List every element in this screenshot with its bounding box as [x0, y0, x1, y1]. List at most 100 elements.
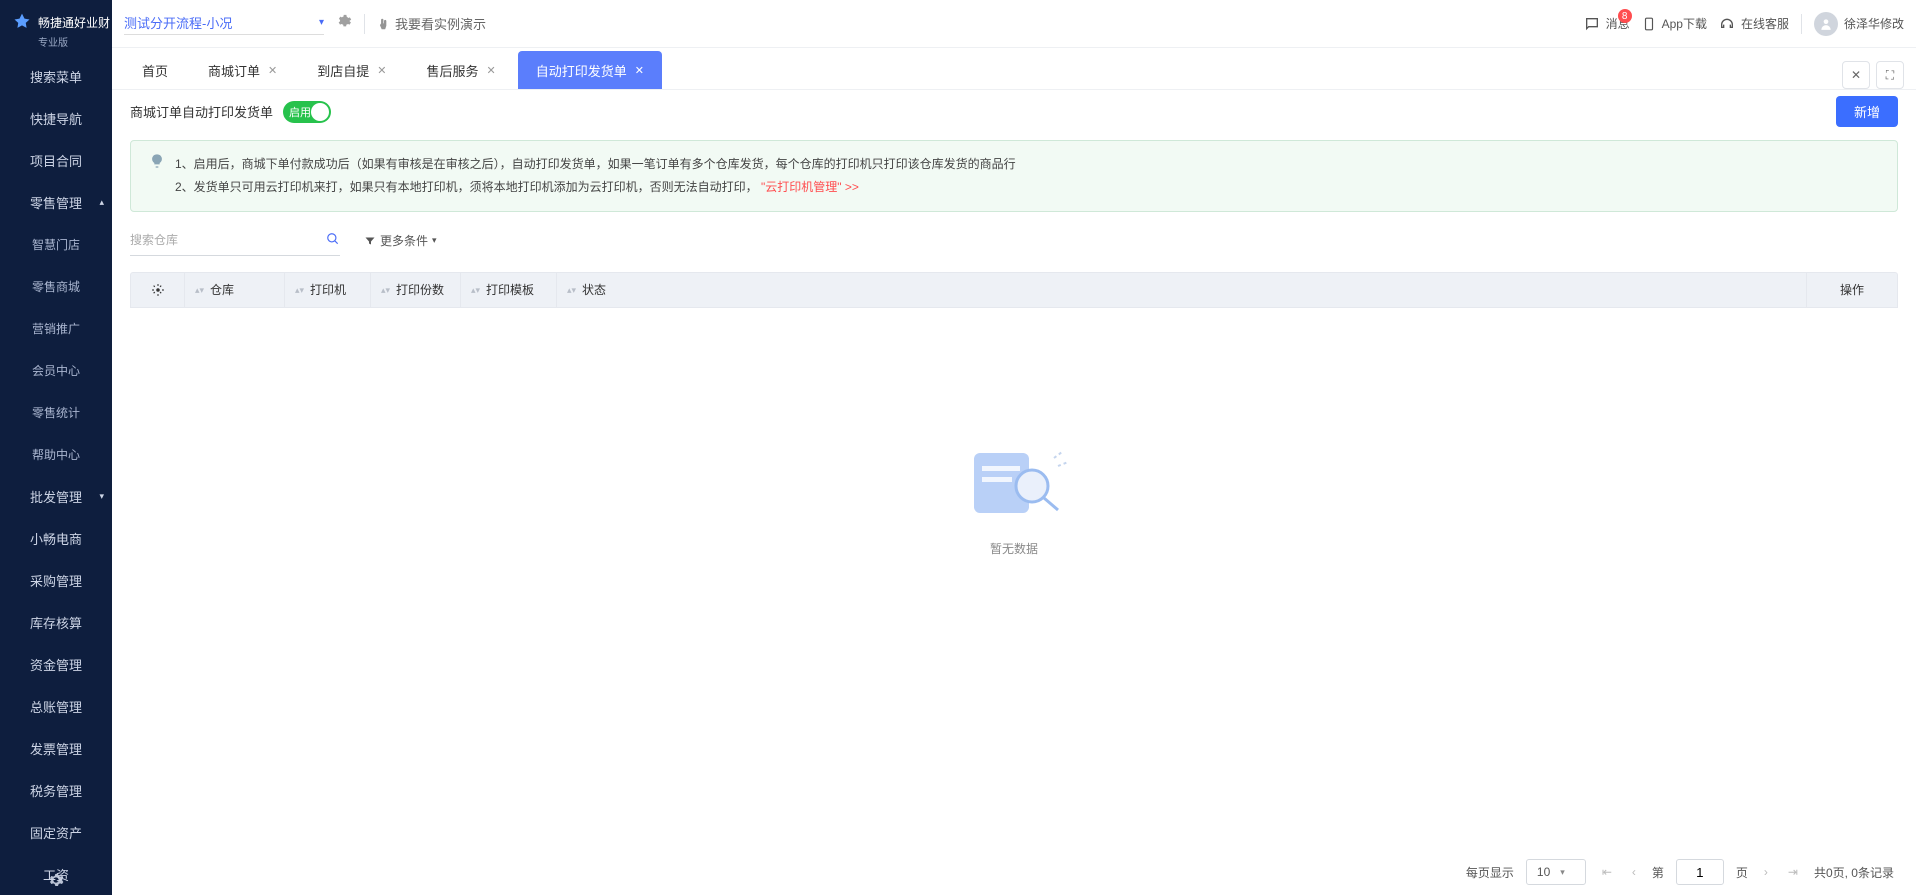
column-printer[interactable]: ▴▾打印机 — [285, 273, 371, 307]
demo-link[interactable]: 我要看实例演示 — [377, 14, 486, 33]
sidebar-item-4[interactable]: 智慧门店 — [0, 223, 112, 265]
chevron-down-icon: ▾ — [432, 235, 437, 246]
sidebar-item-13[interactable]: 库存核算 — [0, 601, 112, 643]
tab-4[interactable]: 自动打印发货单✕ — [518, 51, 662, 89]
sidebar-item-5[interactable]: 零售商城 — [0, 265, 112, 307]
sidebar-item-17[interactable]: 税务管理 — [0, 769, 112, 811]
close-icon[interactable]: ✕ — [635, 64, 644, 77]
tab-2[interactable]: 到店自提✕ — [299, 51, 404, 89]
banner-line-2: 2、发货单只可用云打印机来打，如果只有本地打印机，须将本地打印机添加为云打印机，… — [175, 180, 758, 194]
sidebar-item-1[interactable]: 快捷导航 — [0, 97, 112, 139]
mobile-icon — [1642, 16, 1656, 32]
headset-icon — [1719, 16, 1735, 32]
expand-button[interactable]: ⛶ — [1876, 61, 1904, 89]
app-download-button[interactable]: App下载 — [1642, 15, 1707, 32]
page-title: 商城订单自动打印发货单 — [130, 102, 273, 121]
user-menu[interactable]: 徐泽华修改 — [1814, 12, 1904, 36]
chevron-down-icon: ▾ — [99, 491, 104, 502]
column-warehouse[interactable]: ▴▾仓库 — [185, 273, 285, 307]
warehouse-search[interactable] — [130, 226, 340, 256]
first-page-button[interactable]: ⇤ — [1598, 865, 1616, 879]
brand-icon — [12, 12, 32, 32]
context-selector[interactable]: 测试分开流程-小况 ▾ — [124, 13, 324, 35]
hand-icon — [377, 17, 391, 31]
prev-page-button[interactable]: ‹ — [1628, 865, 1640, 879]
sidebar-item-16[interactable]: 发票管理 — [0, 727, 112, 769]
lightbulb-icon — [149, 153, 165, 199]
sort-icon: ▴▾ — [195, 287, 204, 293]
messages-button[interactable]: 消息 8 — [1584, 15, 1630, 32]
topbar: 测试分开流程-小况 ▾ 我要看实例演示 消息 8 App下载 — [112, 0, 1916, 48]
last-page-button[interactable]: ⇥ — [1784, 865, 1802, 879]
next-page-button[interactable]: › — [1760, 865, 1772, 879]
cloud-printer-link[interactable]: "云打印机管理" >> — [761, 180, 859, 194]
column-status[interactable]: ▴▾状态 — [557, 273, 1807, 307]
per-page-label: 每页显示 — [1466, 864, 1514, 881]
sidebar-item-3[interactable]: 零售管理▴ — [0, 181, 112, 223]
empty-icon — [954, 438, 1074, 528]
per-page-select[interactable]: 10 ▾ — [1526, 859, 1586, 885]
sort-icon: ▴▾ — [471, 287, 480, 293]
sidebar-item-14[interactable]: 资金管理 — [0, 643, 112, 685]
column-template[interactable]: ▴▾打印模板 — [461, 273, 557, 307]
message-badge: 8 — [1618, 9, 1632, 23]
data-table: ▴▾仓库 ▴▾打印机 ▴▾打印份数 ▴▾打印模板 ▴▾状态 操作 — [130, 272, 1898, 688]
sidebar-item-8[interactable]: 零售统计 — [0, 391, 112, 433]
column-settings-button[interactable] — [131, 273, 185, 307]
close-icon[interactable]: ✕ — [268, 64, 277, 77]
avatar-icon — [1814, 12, 1838, 36]
add-button[interactable]: 新增 — [1836, 96, 1898, 127]
empty-state: 暂无数据 — [130, 308, 1898, 688]
sort-icon: ▴▾ — [381, 287, 390, 293]
gear-icon[interactable] — [336, 14, 352, 33]
close-icon[interactable]: ✕ — [377, 64, 386, 77]
sidebar-item-18[interactable]: 固定资产 — [0, 811, 112, 853]
sidebar-item-6[interactable]: 营销推广 — [0, 307, 112, 349]
pagination: 每页显示 10 ▾ ⇤ ‹ 第 页 › ⇥ 共0页, 0条记录 — [1466, 859, 1894, 885]
column-copies[interactable]: ▴▾打印份数 — [371, 273, 461, 307]
context-label: 测试分开流程-小况 — [124, 13, 232, 32]
sidebar-item-11[interactable]: 小畅电商 — [0, 517, 112, 559]
support-button[interactable]: 在线客服 — [1719, 15, 1789, 32]
chevron-down-icon: ▾ — [1560, 867, 1565, 878]
content-header: 商城订单自动打印发货单 启用 新增 — [112, 90, 1916, 134]
message-icon — [1584, 16, 1600, 32]
search-input[interactable] — [130, 233, 326, 247]
page-tabs: 首页商城订单✕到店自提✕售后服务✕自动打印发货单✕ ✕ ⛶ — [112, 48, 1916, 90]
sidebar-item-7[interactable]: 会员中心 — [0, 349, 112, 391]
more-filters-button[interactable]: 更多条件 ▾ — [364, 232, 437, 249]
tab-0[interactable]: 首页 — [124, 51, 186, 89]
gear-icon — [48, 872, 64, 888]
tab-3[interactable]: 售后服务✕ — [408, 51, 513, 89]
divider — [1801, 14, 1802, 34]
close-icon[interactable]: ✕ — [487, 64, 496, 77]
filter-row: 更多条件 ▾ — [112, 226, 1916, 272]
column-operate: 操作 — [1807, 273, 1897, 307]
search-icon[interactable] — [326, 232, 340, 249]
chevron-up-icon: ▴ — [99, 197, 104, 208]
brand-name: 畅捷通好业财 — [38, 14, 110, 31]
sidebar-item-12[interactable]: 采购管理 — [0, 559, 112, 601]
sidebar: 畅捷通好业财 专业版 搜索菜单快捷导航项目合同零售管理▴智慧门店零售商城营销推广… — [0, 0, 112, 895]
page-input[interactable] — [1676, 859, 1724, 885]
sidebar-settings[interactable] — [0, 865, 112, 895]
chevron-down-icon: ▾ — [319, 17, 324, 28]
brand-edition: 专业版 — [0, 34, 112, 55]
sidebar-item-10[interactable]: 批发管理▾ — [0, 475, 112, 517]
table-header: ▴▾仓库 ▴▾打印机 ▴▾打印份数 ▴▾打印模板 ▴▾状态 操作 — [130, 272, 1898, 308]
divider — [364, 14, 365, 34]
tab-1[interactable]: 商城订单✕ — [190, 51, 295, 89]
banner-line-1: 1、启用后，商城下单付款成功后（如果有审核是在审核之后），自动打印发货单，如果一… — [175, 153, 1016, 176]
sort-icon: ▴▾ — [567, 287, 576, 293]
sidebar-item-15[interactable]: 总账管理 — [0, 685, 112, 727]
empty-text: 暂无数据 — [990, 540, 1038, 557]
filter-icon — [364, 235, 376, 247]
close-all-tabs-button[interactable]: ✕ — [1842, 61, 1870, 89]
sort-icon: ▴▾ — [295, 287, 304, 293]
gear-icon — [151, 283, 165, 297]
sidebar-item-9[interactable]: 帮助中心 — [0, 433, 112, 475]
sidebar-item-2[interactable]: 项目合同 — [0, 139, 112, 181]
enable-toggle[interactable]: 启用 — [283, 101, 331, 123]
sidebar-item-0[interactable]: 搜索菜单 — [0, 55, 112, 97]
info-banner: 1、启用后，商城下单付款成功后（如果有审核是在审核之后），自动打印发货单，如果一… — [130, 140, 1898, 212]
